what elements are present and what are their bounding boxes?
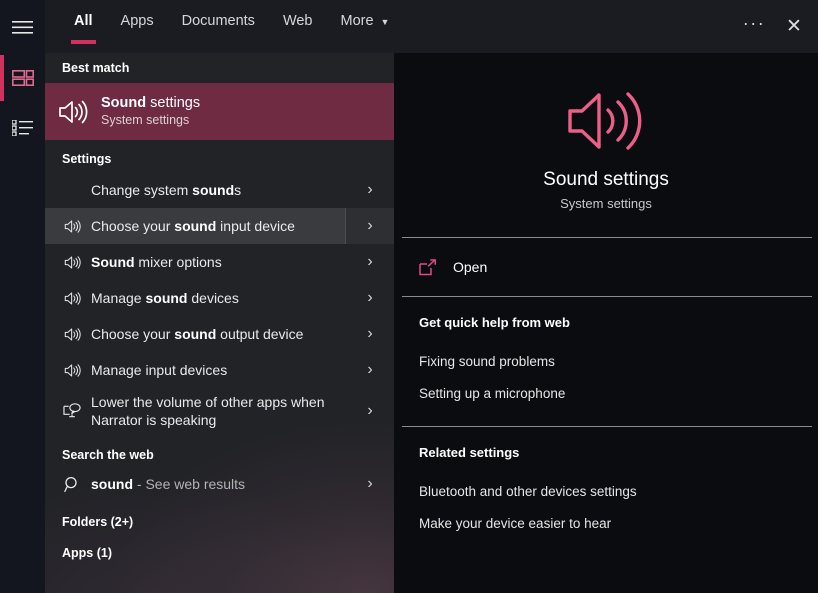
result-change-system-sounds[interactable]: Change system sounds ›	[45, 172, 394, 208]
list-icon[interactable]	[0, 105, 45, 151]
close-icon[interactable]: ✕	[774, 0, 814, 53]
best-match-result-sound-settings[interactable]: Sound settings System settings	[45, 83, 394, 140]
tab-documents-label: Documents	[182, 13, 255, 29]
result-label: Sound mixer options	[91, 253, 346, 271]
related-settings-section: Related settings Bluetooth and other dev…	[394, 427, 818, 556]
speaker-icon	[45, 219, 91, 234]
tab-more-label: More	[341, 13, 374, 29]
chevron-right-icon[interactable]: ›	[346, 208, 394, 244]
result-label: Manage sound devices	[91, 289, 346, 307]
open-external-icon	[419, 259, 437, 276]
folders-header[interactable]: Folders (2+)	[45, 502, 394, 536]
preview-hero: Sound settings System settings	[394, 53, 818, 215]
best-match-text: Sound settings System settings	[101, 94, 200, 129]
best-match-title-bold: Sound	[101, 95, 146, 111]
speaker-icon	[45, 363, 91, 378]
tab-active-underline	[71, 40, 96, 44]
quick-help-link-fixing-sound-problems[interactable]: Fixing sound problems	[419, 346, 818, 378]
chevron-right-icon[interactable]: ›	[346, 352, 394, 388]
speaker-icon	[45, 291, 91, 306]
related-settings-header: Related settings	[419, 445, 818, 460]
chevron-right-icon[interactable]: ›	[346, 172, 394, 208]
narrator-icon	[45, 402, 91, 420]
speaker-icon-large	[394, 89, 818, 153]
hamburger-menu-icon[interactable]	[0, 4, 45, 50]
window-controls: ··· ✕	[734, 0, 818, 53]
quick-help-section: Get quick help from web Fixing sound pro…	[394, 297, 818, 426]
best-match-title: Sound settings	[101, 94, 200, 112]
search-icon	[45, 476, 91, 493]
result-label: Manage input devices	[91, 361, 346, 379]
chevron-down-icon: ▼	[381, 17, 390, 27]
speaker-icon	[45, 327, 91, 342]
chevron-right-icon[interactable]: ›	[346, 244, 394, 280]
top-bar: All Apps Documents Web More ▼ ··· ✕	[45, 0, 818, 53]
ellipsis-icon[interactable]: ···	[734, 0, 774, 53]
chevron-right-icon[interactable]: ›	[346, 316, 394, 352]
related-link-bluetooth-devices[interactable]: Bluetooth and other devices settings	[419, 476, 818, 508]
chevron-right-icon[interactable]: ›	[346, 388, 394, 434]
related-link-easier-to-hear[interactable]: Make your device easier to hear	[419, 508, 818, 540]
result-sound-mixer-options[interactable]: Sound mixer options ›	[45, 244, 394, 280]
tab-more[interactable]: More ▼	[327, 0, 404, 42]
result-manage-input-devices[interactable]: Manage input devices ›	[45, 352, 394, 388]
preview-panel: Sound settings System settings Open Get …	[394, 53, 818, 593]
chevron-right-icon[interactable]: ›	[346, 466, 394, 502]
chevron-right-icon[interactable]: ›	[346, 280, 394, 316]
best-match-subtitle: System settings	[101, 112, 200, 129]
left-rail	[0, 0, 45, 593]
search-flyout: All Apps Documents Web More ▼ ··· ✕	[0, 0, 818, 593]
result-label: sound - See web results	[91, 475, 346, 493]
tab-apps[interactable]: Apps	[107, 0, 168, 42]
result-label: Lower the volume of other apps when Narr…	[91, 393, 341, 429]
speaker-icon	[45, 255, 91, 270]
tab-apps-label: Apps	[121, 13, 154, 29]
apps-grid-icon[interactable]	[0, 55, 45, 101]
tab-all[interactable]: All	[60, 0, 107, 42]
result-choose-sound-input-device[interactable]: Choose your sound input device ›	[45, 208, 394, 244]
apps-header[interactable]: Apps (1)	[45, 536, 394, 570]
result-label: Choose your sound input device	[91, 217, 345, 235]
tab-all-label: All	[74, 13, 93, 29]
tab-documents[interactable]: Documents	[168, 0, 269, 42]
search-web-header: Search the web	[45, 434, 394, 466]
result-label: Change system sounds	[91, 181, 346, 199]
result-search-web-sound[interactable]: sound - See web results ›	[45, 466, 394, 502]
tab-strip: All Apps Documents Web More ▼	[60, 0, 403, 53]
best-match-title-rest: settings	[146, 95, 200, 111]
preview-title: Sound settings	[394, 167, 818, 193]
open-label: Open	[453, 259, 487, 275]
result-lower-volume-narrator[interactable]: Lower the volume of other apps when Narr…	[45, 388, 394, 434]
result-label: Choose your sound output device	[91, 325, 346, 343]
preview-subtitle: System settings	[394, 193, 818, 215]
quick-help-link-setting-up-microphone[interactable]: Setting up a microphone	[419, 378, 818, 410]
tab-web-label: Web	[283, 13, 313, 29]
open-button[interactable]: Open	[394, 238, 818, 296]
result-manage-sound-devices[interactable]: Manage sound devices ›	[45, 280, 394, 316]
best-match-header: Best match	[45, 53, 394, 83]
quick-help-header: Get quick help from web	[419, 315, 818, 330]
results-panel: Best match Sound settings System setting…	[45, 53, 394, 593]
speaker-icon	[45, 99, 101, 125]
spacer	[394, 215, 818, 237]
tab-web[interactable]: Web	[269, 0, 327, 42]
settings-header: Settings	[45, 140, 394, 172]
result-choose-sound-output-device[interactable]: Choose your sound output device ›	[45, 316, 394, 352]
